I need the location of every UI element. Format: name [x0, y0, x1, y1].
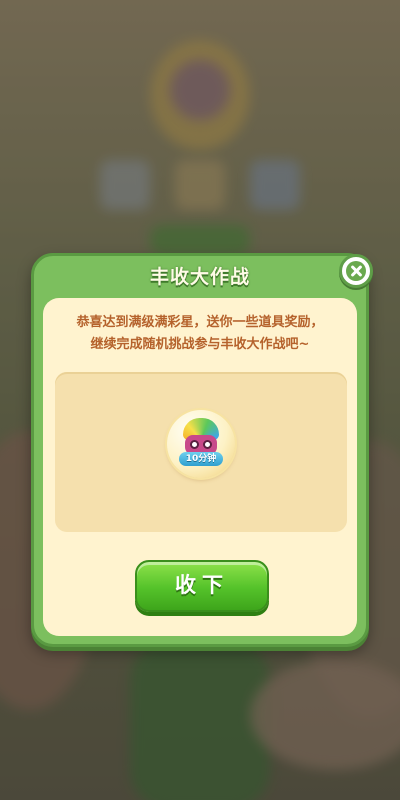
reward-message-line2: 继续完成随机挑战参与丰收大作战吧~: [90, 337, 310, 352]
rainbow-bird-booster-icon: 10分钟: [179, 418, 223, 466]
game-screen: 丰收大作战 恭喜达到满级满彩星，送你一些道具奖励， 继续完成随机挑战参与丰收大作…: [0, 0, 400, 800]
bird-eye-icon: [203, 440, 212, 449]
bird-eye-icon: [190, 440, 199, 449]
collect-button[interactable]: 收下: [135, 560, 269, 612]
close-icon: [346, 261, 366, 281]
reward-duration-badge: 10分钟: [179, 452, 223, 466]
reward-message-line1: 恭喜达到满级满彩星，送你一些道具奖励，: [76, 315, 324, 330]
dialog-title: 丰收大作战: [149, 266, 250, 288]
close-button[interactable]: [339, 254, 373, 288]
dialog-body: 恭喜达到满级满彩星，送你一些道具奖励， 继续完成随机挑战参与丰收大作战吧~ 10…: [43, 298, 357, 636]
reward-dialog: 丰收大作战 恭喜达到满级满彩星，送你一些道具奖励， 继续完成随机挑战参与丰收大作…: [31, 253, 373, 647]
reward-item-bubble[interactable]: 10分钟: [167, 410, 235, 478]
reward-panel: 10分钟: [55, 372, 347, 532]
reward-message: 恭喜达到满级满彩星，送你一些道具奖励， 继续完成随机挑战参与丰收大作战吧~: [53, 312, 347, 356]
